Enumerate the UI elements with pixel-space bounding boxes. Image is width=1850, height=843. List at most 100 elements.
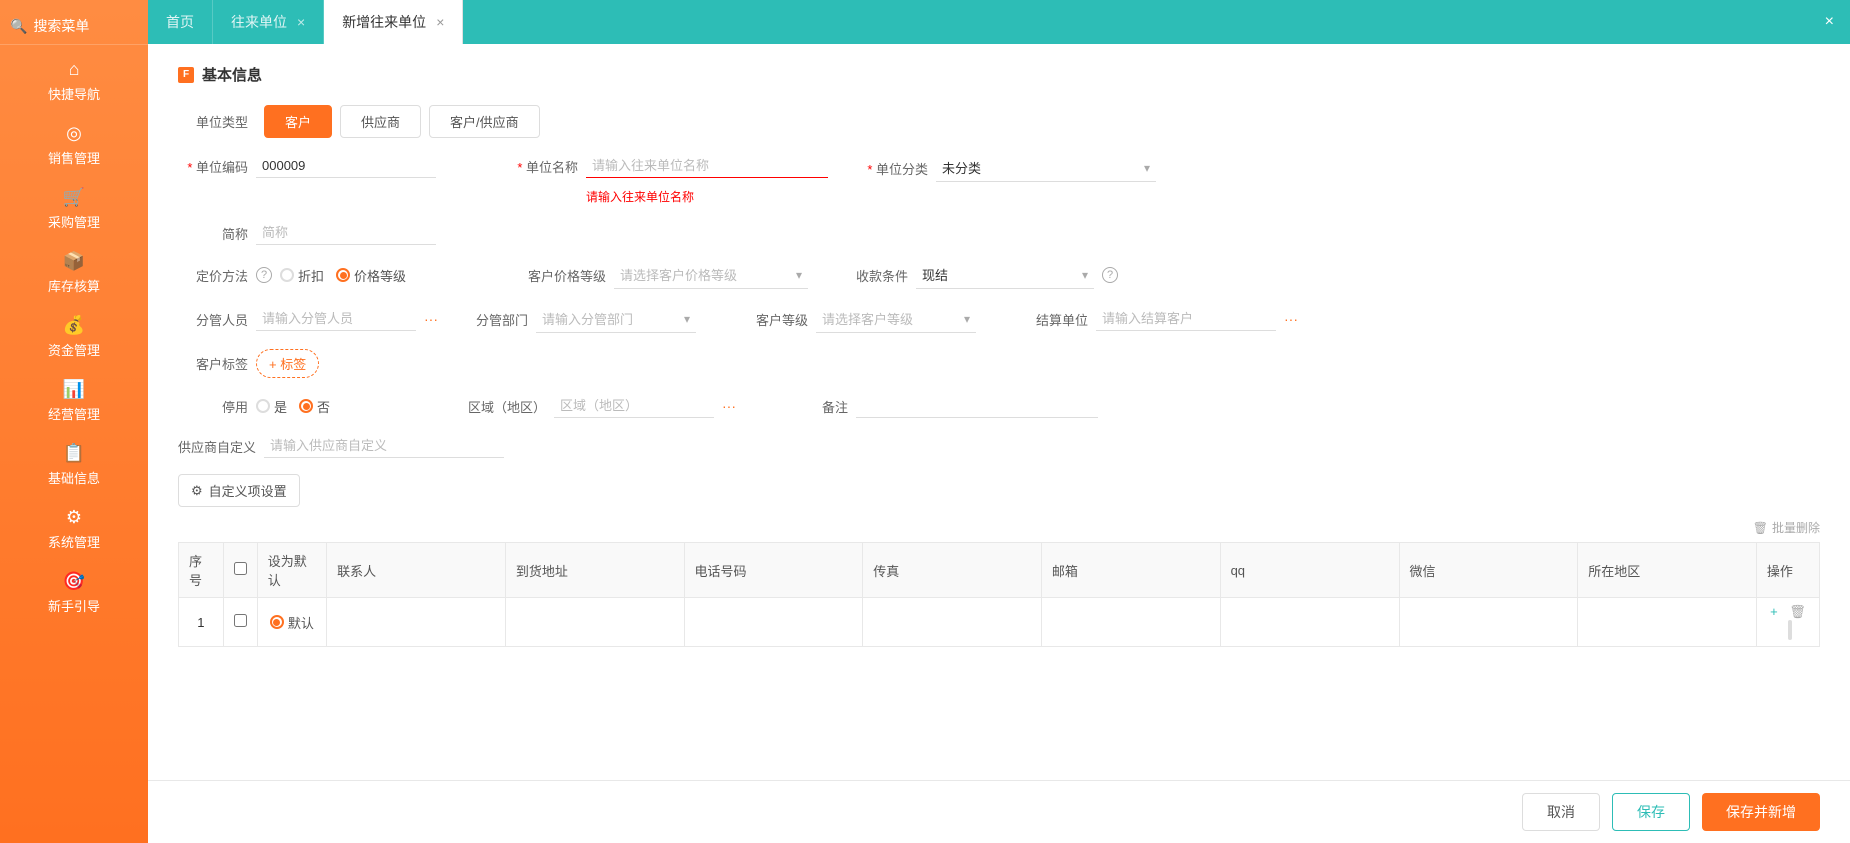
row-phone — [684, 598, 863, 647]
department-select[interactable]: 请输入分管部门 ▾ — [536, 305, 696, 333]
unit-name-field: 单位名称 请输入往来单位名称 — [508, 154, 828, 205]
tab-partners-close[interactable]: × — [297, 15, 305, 29]
supplier-custom-input[interactable] — [264, 434, 504, 458]
global-close-button[interactable]: × — [1809, 0, 1850, 44]
region-input[interactable] — [554, 394, 714, 418]
save-new-button[interactable]: 保存并新增 — [1702, 793, 1820, 831]
contact-input[interactable] — [337, 611, 495, 634]
radio-disable-yes — [256, 399, 270, 413]
tab-bar: 首页 往来单位 × 新增往来单位 × × — [148, 0, 1850, 44]
unit-code-field: 单位编码 — [178, 154, 478, 178]
sidebar-item-operations[interactable]: 📊 经营管理 — [0, 369, 148, 433]
customer-level-placeholder: 请选择客户等级 — [822, 309, 964, 328]
disable-radio-group: 是 否 — [256, 397, 330, 416]
col-wechat: 微信 — [1399, 543, 1578, 598]
sidebar-item-label: 库存核算 — [48, 276, 100, 295]
batch-delete-icon: 🗑 — [1753, 521, 1768, 535]
region-more-icon[interactable]: ··· — [722, 398, 736, 414]
disable-no[interactable]: 否 — [299, 397, 330, 416]
select-all-checkbox[interactable] — [234, 562, 247, 575]
radio-disable-no — [299, 399, 313, 413]
customer-price-field: 客户价格等级 请选择客户价格等级 ▾ — [528, 261, 808, 289]
batch-delete-label[interactable]: 批量删除 — [1772, 519, 1820, 536]
unit-category-select[interactable]: 未分类 ▾ — [936, 154, 1156, 182]
email-input[interactable] — [1052, 611, 1210, 634]
sidebar-item-inventory[interactable]: 📦 库存核算 — [0, 241, 148, 305]
tag-row: 客户标签 + 标签 — [178, 349, 1820, 378]
disable-yes[interactable]: 是 — [256, 397, 287, 416]
unit-type-row: 单位类型 客户 供应商 客户/供应商 — [178, 105, 1820, 138]
sidebar-item-finance[interactable]: 💰 资金管理 — [0, 305, 148, 369]
unit-name-input[interactable] — [586, 154, 828, 178]
custom-settings-button[interactable]: ⚙ 自定义项设置 — [178, 474, 300, 507]
settlement-more-icon[interactable]: ··· — [1284, 311, 1298, 327]
row-email — [1041, 598, 1220, 647]
cancel-button[interactable]: 取消 — [1522, 793, 1600, 831]
sidebar-search[interactable]: 🔍 搜索菜单 — [0, 8, 148, 45]
unit-category-value: 未分类 — [942, 158, 1144, 177]
phone-input[interactable] — [695, 611, 853, 634]
table-row: 1 默认 — [179, 598, 1820, 647]
code-name-cat-row: 单位编码 单位名称 请输入往来单位名称 单位分类 未分类 ▾ — [178, 154, 1820, 205]
qq-input[interactable] — [1231, 611, 1389, 634]
sidebar-item-label: 新手引导 — [48, 596, 100, 615]
sidebar-search-label: 搜索菜单 — [33, 16, 89, 36]
payment-term-select[interactable]: 现结 ▾ — [916, 261, 1094, 289]
manager-more-icon[interactable]: ··· — [424, 311, 438, 327]
pricing-level[interactable]: 价格等级 — [336, 266, 406, 285]
region-field: 区域（地区） ··· — [468, 394, 748, 418]
short-name-input[interactable] — [256, 221, 436, 245]
customer-price-label: 客户价格等级 — [528, 266, 606, 285]
sidebar-item-system[interactable]: ⚙ 系统管理 — [0, 497, 148, 561]
add-row-button[interactable]: + — [1770, 604, 1778, 619]
sidebar-item-basic-info[interactable]: 📋 基础信息 — [0, 433, 148, 497]
add-tag-button[interactable]: + 标签 — [256, 349, 319, 378]
row-checkbox[interactable] — [234, 614, 247, 627]
table-header-row: 序号 设为默认 联系人 到货地址 电话号码 传真 邮箱 qq 微信 所在地区 操… — [179, 543, 1820, 598]
row-fax — [863, 598, 1042, 647]
unit-category-field: 单位分类 未分类 ▾ — [858, 154, 1178, 182]
manager-input[interactable] — [256, 307, 416, 331]
tab-home[interactable]: 首页 — [148, 0, 213, 44]
tab-new-partner-label: 新增往来单位 — [342, 12, 426, 32]
payment-term-info-icon[interactable]: ? — [1102, 267, 1118, 283]
tab-home-label: 首页 — [166, 12, 194, 32]
unit-type-both[interactable]: 客户/供应商 — [429, 105, 540, 138]
finance-icon: 💰 — [63, 315, 85, 336]
page-footer: 取消 保存 保存并新增 — [148, 780, 1850, 843]
row-actions: + 🗑 — [1756, 598, 1819, 647]
settlement-input[interactable] — [1096, 307, 1276, 331]
chevron-payment-icon: ▾ — [1082, 268, 1088, 282]
unit-type-supplier[interactable]: 供应商 — [340, 105, 421, 138]
address-input[interactable] — [516, 611, 674, 634]
pricing-level-label: 价格等级 — [354, 266, 406, 285]
save-button[interactable]: 保存 — [1612, 793, 1690, 831]
tab-partners[interactable]: 往来单位 × — [213, 0, 324, 44]
sidebar-item-quick-nav[interactable]: ⌂ 快捷导航 — [0, 49, 148, 113]
pricing-method-label: 定价方法 — [178, 266, 248, 285]
pricing-info-icon[interactable]: ? — [256, 267, 272, 283]
delete-row-button[interactable]: 🗑 — [1789, 604, 1806, 619]
remark-input[interactable] — [856, 394, 1098, 418]
sidebar-item-label: 经营管理 — [48, 404, 100, 423]
sidebar-item-sales[interactable]: ◎ 销售管理 — [0, 113, 148, 177]
tag-field: 客户标签 + 标签 — [178, 349, 1820, 378]
unit-type-customer[interactable]: 客户 — [264, 105, 332, 138]
sidebar-item-label: 采购管理 — [48, 212, 100, 231]
customer-price-select[interactable]: 请选择客户价格等级 ▾ — [614, 261, 808, 289]
row-default-radio[interactable]: 默认 — [268, 613, 316, 632]
unit-code-input[interactable] — [256, 154, 436, 178]
customer-level-select[interactable]: 请选择客户等级 ▾ — [816, 305, 976, 333]
supplier-custom-row: 供应商自定义 — [178, 434, 1820, 458]
tab-new-partner-close[interactable]: × — [436, 15, 444, 29]
tab-new-partner[interactable]: 新增往来单位 × — [324, 0, 463, 44]
pricing-discount[interactable]: 折扣 — [280, 266, 324, 285]
wechat-input[interactable] — [1410, 611, 1568, 634]
department-placeholder: 请输入分管部门 — [542, 309, 684, 328]
region-label: 区域（地区） — [468, 397, 546, 416]
fax-input[interactable] — [873, 611, 1031, 634]
sidebar-item-new-guide[interactable]: 🎯 新手引导 — [0, 561, 148, 625]
row-location — [1578, 598, 1757, 647]
location-input[interactable] — [1588, 611, 1746, 634]
sidebar-item-purchase[interactable]: 🛒 采购管理 — [0, 177, 148, 241]
